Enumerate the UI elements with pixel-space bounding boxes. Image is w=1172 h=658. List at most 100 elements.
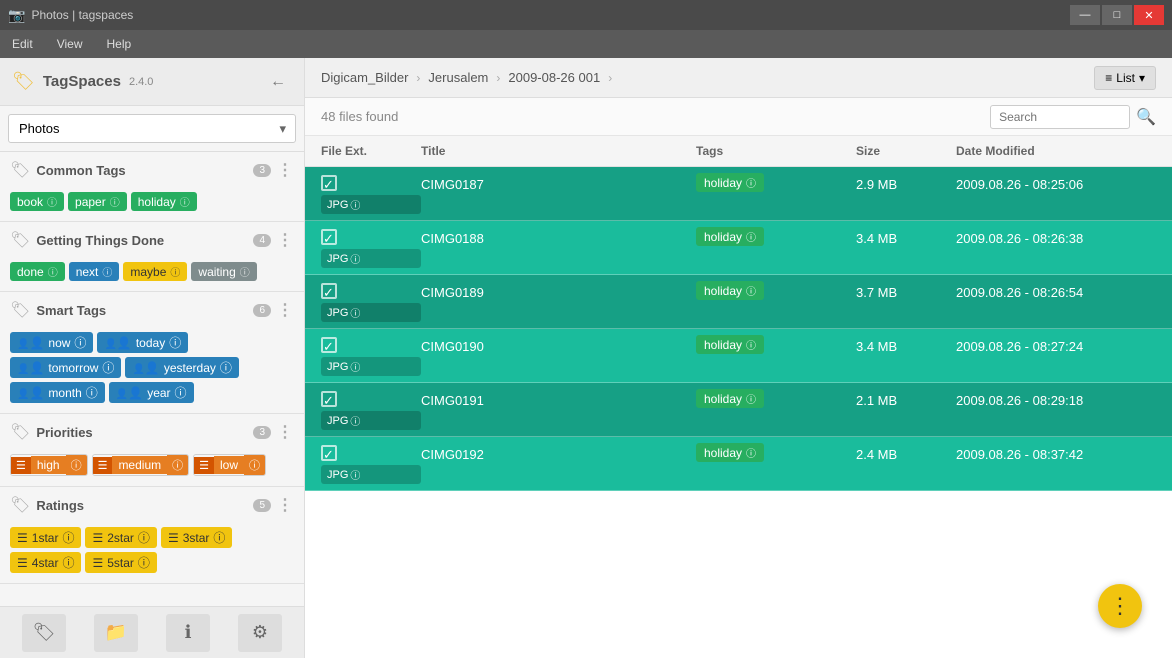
- ext-info-icon[interactable]: ⓘ: [350, 197, 360, 212]
- tag-year[interactable]: 👤yearⓘ: [109, 382, 194, 403]
- file-ext-badge[interactable]: JPG ⓘ: [321, 465, 421, 484]
- tag-maybe-info[interactable]: ⓘ: [170, 264, 180, 279]
- breadcrumb-digicam[interactable]: Digicam_Bilder: [321, 70, 408, 85]
- tag-info-icon[interactable]: ⓘ: [746, 445, 756, 460]
- tag-tomorrow-info[interactable]: ⓘ: [102, 359, 114, 376]
- ratings-menu-icon[interactable]: ⋮: [277, 495, 294, 515]
- tag-group-ratings-header[interactable]: 🏷 Ratings 5 ⋮: [0, 487, 304, 523]
- tag-done[interactable]: doneⓘ: [10, 262, 65, 281]
- breadcrumb-date[interactable]: 2009-08-26 001: [508, 70, 600, 85]
- common-tags-menu-icon[interactable]: ⋮: [277, 160, 294, 180]
- tag-2star[interactable]: ☰2starⓘ: [85, 527, 156, 548]
- folder-button[interactable]: 📁: [94, 614, 138, 652]
- tag-next[interactable]: nextⓘ: [69, 262, 120, 281]
- breadcrumb-jerusalem[interactable]: Jerusalem: [428, 70, 488, 85]
- list-view-button[interactable]: ≡ List ▾: [1094, 66, 1156, 90]
- info-button[interactable]: ℹ: [166, 614, 210, 652]
- tag-holiday-info[interactable]: ⓘ: [180, 194, 190, 209]
- tag-2star-info[interactable]: ⓘ: [138, 529, 150, 546]
- file-tag[interactable]: holiday ⓘ: [696, 281, 764, 300]
- back-button[interactable]: ←: [264, 68, 292, 96]
- table-row[interactable]: ✓ JPG ⓘ CIMG0192 holiday ⓘ 2.4 MB 2009.0…: [305, 437, 1172, 491]
- ext-info-icon[interactable]: ⓘ: [350, 467, 360, 482]
- tag-yesterday[interactable]: 👤yesterdayⓘ: [125, 357, 238, 378]
- tag-group-smart-tags-header[interactable]: 🏷 Smart Tags 6 ⋮: [0, 292, 304, 328]
- gtd-menu-icon[interactable]: ⋮: [277, 230, 294, 250]
- table-row[interactable]: ✓ JPG ⓘ CIMG0188 holiday ⓘ 3.4 MB 2009.0…: [305, 221, 1172, 275]
- tag-now-info[interactable]: ⓘ: [74, 334, 86, 351]
- location-select[interactable]: Photos: [8, 114, 296, 143]
- tag-next-info[interactable]: ⓘ: [102, 264, 112, 279]
- file-ext-badge[interactable]: JPG ⓘ: [321, 357, 421, 376]
- table-row[interactable]: ✓ JPG ⓘ CIMG0190 holiday ⓘ 3.4 MB 2009.0…: [305, 329, 1172, 383]
- tag-month-info[interactable]: ⓘ: [86, 384, 98, 401]
- search-input[interactable]: [990, 105, 1130, 129]
- tag-today[interactable]: 👤todayⓘ: [97, 332, 188, 353]
- tag-low-info[interactable]: ⓘ: [244, 455, 265, 475]
- ext-info-icon[interactable]: ⓘ: [350, 359, 360, 374]
- ext-info-icon[interactable]: ⓘ: [350, 413, 360, 428]
- file-checkbox[interactable]: ✓: [321, 445, 337, 461]
- tag-tomorrow[interactable]: 👤tomorrowⓘ: [10, 357, 121, 378]
- file-checkbox[interactable]: ✓: [321, 391, 337, 407]
- tag-high-info[interactable]: ⓘ: [66, 455, 87, 475]
- close-button[interactable]: ✕: [1134, 5, 1164, 25]
- tag-medium[interactable]: ☰ medium ⓘ: [92, 454, 190, 476]
- tag-group-priorities-header[interactable]: 🏷 Priorities 3 ⋮: [0, 414, 304, 450]
- tag-book-info[interactable]: ⓘ: [47, 194, 57, 209]
- tag-done-info[interactable]: ⓘ: [48, 264, 58, 279]
- file-checkbox[interactable]: ✓: [321, 229, 337, 245]
- file-checkbox[interactable]: ✓: [321, 175, 337, 191]
- menu-help[interactable]: Help: [102, 35, 135, 53]
- tag-now[interactable]: 👤nowⓘ: [10, 332, 93, 353]
- tag-5star[interactable]: ☰5starⓘ: [85, 552, 156, 573]
- minimize-button[interactable]: —: [1070, 5, 1100, 25]
- file-tag[interactable]: holiday ⓘ: [696, 227, 764, 246]
- table-row[interactable]: ✓ JPG ⓘ CIMG0191 holiday ⓘ 2.1 MB 2009.0…: [305, 383, 1172, 437]
- tags-button[interactable]: 🏷: [22, 614, 66, 652]
- fab-button[interactable]: ⋮: [1098, 584, 1142, 628]
- tag-group-gtd-header[interactable]: 🏷 Getting Things Done 4 ⋮: [0, 222, 304, 258]
- tag-3star[interactable]: ☰3starⓘ: [161, 527, 232, 548]
- tag-medium-info[interactable]: ⓘ: [167, 455, 188, 475]
- menu-edit[interactable]: Edit: [8, 35, 37, 53]
- file-checkbox[interactable]: ✓: [321, 283, 337, 299]
- tag-paper[interactable]: paperⓘ: [68, 192, 127, 211]
- file-ext-badge[interactable]: JPG ⓘ: [321, 411, 421, 430]
- tag-info-icon[interactable]: ⓘ: [746, 283, 756, 298]
- tag-book[interactable]: bookⓘ: [10, 192, 64, 211]
- tag-info-icon[interactable]: ⓘ: [746, 337, 756, 352]
- tag-info-icon[interactable]: ⓘ: [746, 229, 756, 244]
- tag-today-info[interactable]: ⓘ: [169, 334, 181, 351]
- smart-tags-menu-icon[interactable]: ⋮: [277, 300, 294, 320]
- tag-high[interactable]: ☰ high ⓘ: [10, 454, 88, 476]
- tag-1star-info[interactable]: ⓘ: [62, 529, 74, 546]
- file-tag[interactable]: holiday ⓘ: [696, 389, 764, 408]
- tag-group-common-tags-header[interactable]: 🏷 Common Tags 3 ⋮: [0, 152, 304, 188]
- search-button[interactable]: 🔍: [1136, 107, 1156, 127]
- file-ext-badge[interactable]: JPG ⓘ: [321, 249, 421, 268]
- file-ext-badge[interactable]: JPG ⓘ: [321, 195, 421, 214]
- file-ext-badge[interactable]: JPG ⓘ: [321, 303, 421, 322]
- table-row[interactable]: ✓ JPG ⓘ CIMG0187 holiday ⓘ 2.9 MB 2009.0…: [305, 167, 1172, 221]
- file-checkbox[interactable]: ✓: [321, 337, 337, 353]
- tag-low[interactable]: ☰ low ⓘ: [193, 454, 266, 476]
- tag-info-icon[interactable]: ⓘ: [746, 175, 756, 190]
- tag-year-info[interactable]: ⓘ: [175, 384, 187, 401]
- tag-info-icon[interactable]: ⓘ: [746, 391, 756, 406]
- tag-1star[interactable]: ☰1starⓘ: [10, 527, 81, 548]
- file-tag[interactable]: holiday ⓘ: [696, 335, 764, 354]
- tag-5star-info[interactable]: ⓘ: [138, 554, 150, 571]
- tag-month[interactable]: 👤monthⓘ: [10, 382, 105, 403]
- priorities-menu-icon[interactable]: ⋮: [277, 422, 294, 442]
- tag-maybe[interactable]: maybeⓘ: [123, 262, 187, 281]
- settings-button[interactable]: ⚙: [238, 614, 282, 652]
- menu-view[interactable]: View: [53, 35, 87, 53]
- maximize-button[interactable]: □: [1102, 5, 1132, 25]
- tag-holiday[interactable]: holidayⓘ: [131, 192, 197, 211]
- tag-4star[interactable]: ☰4starⓘ: [10, 552, 81, 573]
- tag-3star-info[interactable]: ⓘ: [213, 529, 225, 546]
- tag-paper-info[interactable]: ⓘ: [110, 194, 120, 209]
- file-tag[interactable]: holiday ⓘ: [696, 443, 764, 462]
- tag-waiting-info[interactable]: ⓘ: [240, 264, 250, 279]
